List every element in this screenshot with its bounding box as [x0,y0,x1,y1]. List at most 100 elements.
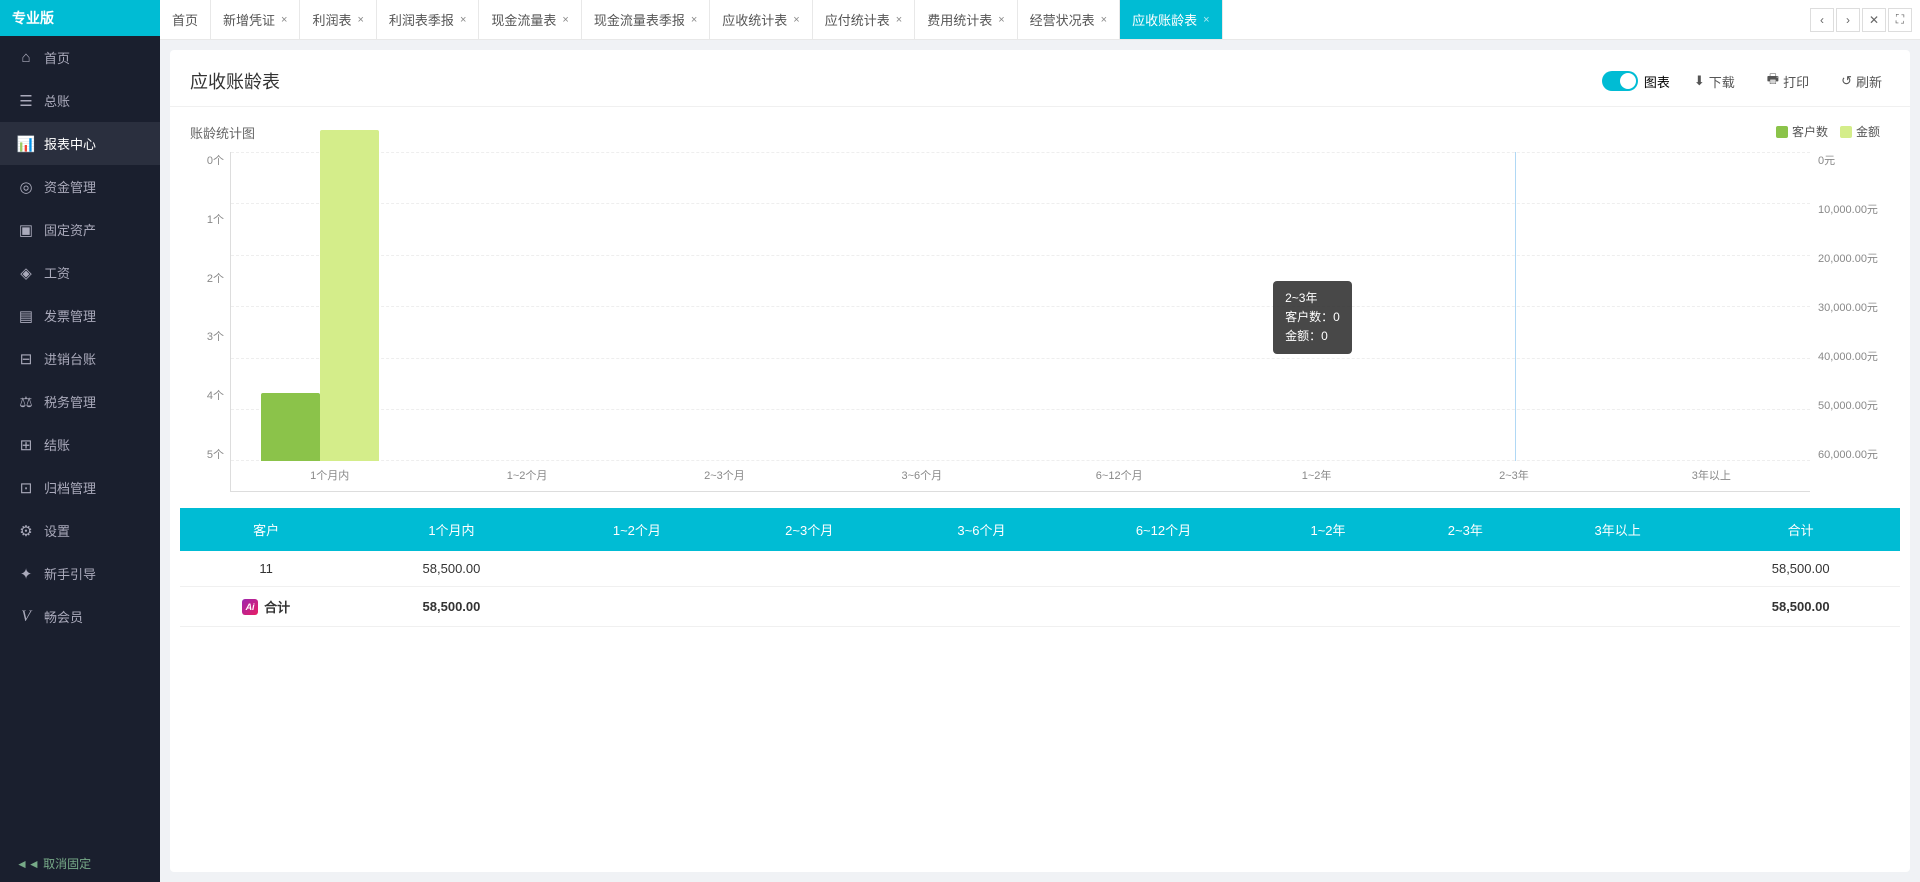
tab-profit-close[interactable]: × [357,14,363,26]
toggle-track[interactable] [1602,71,1638,91]
sidebar-item-funds[interactable]: ◎ 资金管理 [0,165,160,208]
print-button[interactable]: 🖶 打印 [1759,66,1817,96]
tab-cashflow-quarterly[interactable]: 现金流量表季报 × [582,0,710,39]
sidebar-item-home[interactable]: ⌂ 首页 [0,36,160,79]
tab-profit-quarterly[interactable]: 利润表季报 × [377,0,479,39]
sidebar-item-inventory[interactable]: ⊟ 进销台账 [0,337,160,380]
tab-next-btn[interactable]: › [1836,8,1860,32]
sidebar-label-ledger: 总账 [44,91,70,110]
tab-prev-btn[interactable]: ‹ [1810,8,1834,32]
total-2-3m [723,587,895,627]
grid-line-2 [231,358,1810,359]
tab-payable-stats-label: 应付统计表 [825,10,890,29]
download-label: 下载 [1709,72,1735,91]
tab-cashflow-close[interactable]: × [562,14,568,26]
tax-icon: ⚖ [16,393,36,411]
y-left-label-3: 3个 [190,328,224,344]
grid-line-4 [231,255,1810,256]
x-axis: 1个月内 1~2个月 2~3个月 3~6个月 6~12个月 1~2年 2~3年 … [231,461,1810,491]
y-right-label-50k: 50,000.00元 [1818,397,1890,413]
sidebar-item-close[interactable]: ⊞ 结账 [0,423,160,466]
cell-total: 58,500.00 [1701,551,1900,587]
download-button[interactable]: ⬇ 下载 [1686,68,1743,95]
x-label-2-3m: 2~3个月 [626,461,823,491]
tab-receivable-stats-close[interactable]: × [793,14,799,26]
payroll-icon: ◈ [16,264,36,282]
bar-customers-0 [261,393,320,461]
toggle-thumb [1620,73,1636,89]
cell-1-2y [1259,551,1396,587]
sidebar-item-reports[interactable]: 📊 报表中心 [0,122,160,165]
tab-aging[interactable]: 应收账龄表 × [1120,0,1222,39]
cell-3-6m [895,551,1067,587]
tab-bar: 首页 新增凭证 × 利润表 × 利润表季报 × 现金流量表 × 现金流量表季报 … [160,0,1920,40]
legend-customers: 客户数 [1776,123,1828,140]
cell-1-2m [551,551,723,587]
legend-amount: 金额 [1840,123,1880,140]
tab-home[interactable]: 首页 [160,0,211,39]
y-axis-right: 60,000.00元 50,000.00元 40,000.00元 30,000.… [1810,152,1890,492]
refresh-icon: ↺ [1841,73,1852,89]
y-axis-left: 5个 4个 3个 2个 1个 0个 [190,152,230,492]
table-total-row: Ai 合计 58,500.00 58,500.00 [180,587,1900,627]
x-label-1-2y: 1~2年 [1218,461,1415,491]
sidebar-item-invoice[interactable]: ▤ 发票管理 [0,294,160,337]
chart-toggle[interactable]: 图表 [1602,71,1670,91]
col-customer: 客户 [180,508,352,551]
cell-1m: 58,500.00 [352,551,551,587]
sidebar-item-member[interactable]: V 畅会员 [0,595,160,638]
app-logo: 专业版 [0,0,160,36]
sidebar-item-tax[interactable]: ⚖ 税务管理 [0,380,160,423]
y-right-label-0: 0元 [1818,152,1890,168]
cell-3y-plus [1534,551,1701,587]
sidebar-label-guide: 新手引导 [44,564,96,583]
x-label-3y-plus: 3年以上 [1613,461,1810,491]
total-3y-plus [1534,587,1701,627]
chart-grid [231,152,1810,461]
sidebar: 专业版 ⌂ 首页 ☰ 总账 📊 报表中心 ◎ 资金管理 ▣ 固定资产 ◈ 工资 … [0,0,160,882]
legend-amount-dot [1840,126,1852,138]
tab-close-btn[interactable]: ✕ [1862,8,1886,32]
chart-section: 账龄统计图 客户数 金额 5个 4个 3个 2个 1个 [170,107,1910,508]
tab-operations[interactable]: 经营状况表 × [1018,0,1120,39]
tab-expand-btn[interactable]: ⛶ [1888,8,1912,32]
member-icon: V [16,608,36,626]
tab-new-voucher-close[interactable]: × [281,14,287,26]
tab-cashflow-quarterly-close[interactable]: × [691,14,697,26]
tab-cashflow[interactable]: 现金流量表 × [479,0,581,39]
x-label-6-12m: 6~12个月 [1021,461,1218,491]
sidebar-item-ledger[interactable]: ☰ 总账 [0,79,160,122]
col-3y-plus: 3年以上 [1534,508,1701,551]
sidebar-item-archive[interactable]: ⊡ 归档管理 [0,466,160,509]
tab-receivable-stats-label: 应收统计表 [722,10,787,29]
col-2-3m: 2~3个月 [723,508,895,551]
tab-expense-stats[interactable]: 费用统计表 × [915,0,1017,39]
sidebar-toggle-pin[interactable]: ◄◄ 取消固定 [0,845,160,882]
tab-payable-stats-close[interactable]: × [896,14,902,26]
tab-payable-stats[interactable]: 应付统计表 × [813,0,915,39]
y-left-label-0: 0个 [190,152,224,168]
tab-operations-label: 经营状况表 [1030,10,1095,29]
tab-receivable-stats[interactable]: 应收统计表 × [710,0,812,39]
cell-customer: 11 [180,551,352,587]
cell-2-3m [723,551,895,587]
total-total: 58,500.00 [1701,587,1900,627]
tab-profit[interactable]: 利润表 × [300,0,376,39]
sidebar-item-settings[interactable]: ⚙ 设置 [0,509,160,552]
sidebar-item-payroll[interactable]: ◈ 工资 [0,251,160,294]
tab-new-voucher[interactable]: 新增凭证 × [211,0,300,39]
tab-expense-stats-close[interactable]: × [998,14,1004,26]
tab-aging-label: 应收账龄表 [1132,10,1197,29]
sidebar-label-home: 首页 [44,48,70,67]
refresh-button[interactable]: ↺ 刷新 [1833,68,1890,95]
sidebar-item-assets[interactable]: ▣ 固定资产 [0,208,160,251]
page-content: 应收账龄表 图表 ⬇ 下载 🖶 打印 ↺ 刷新 [170,50,1910,872]
tab-profit-quarterly-close[interactable]: × [460,14,466,26]
col-total: 合计 [1701,508,1900,551]
tab-operations-close[interactable]: × [1101,14,1107,26]
col-2-3y: 2~3年 [1397,508,1534,551]
y-left-label-1: 1个 [190,211,224,227]
tab-aging-close[interactable]: × [1203,14,1209,26]
invoice-icon: ▤ [16,307,36,325]
sidebar-item-guide[interactable]: ✦ 新手引导 [0,552,160,595]
